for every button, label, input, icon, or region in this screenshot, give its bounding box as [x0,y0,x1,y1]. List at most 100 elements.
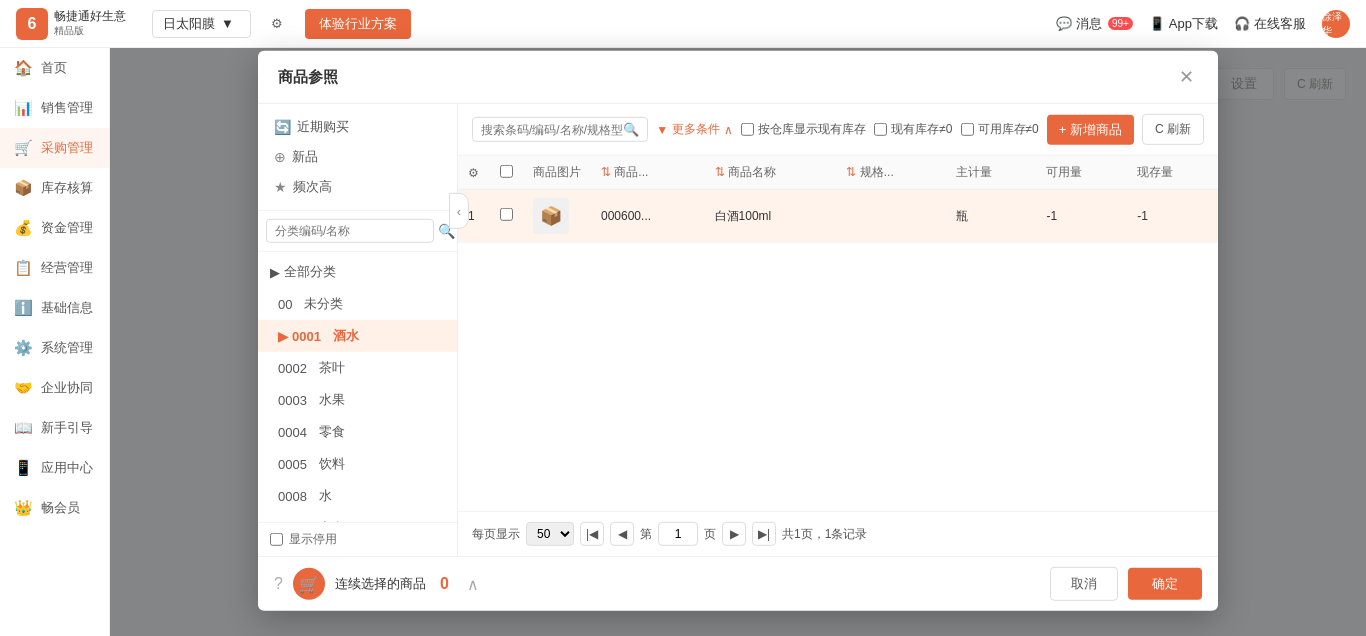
quick-filter-recent[interactable]: 🔄 近期购买 [266,112,449,142]
sidebar-item-members[interactable]: 👑 畅会员 [0,488,109,528]
modal-title: 商品参照 [278,67,1174,86]
category-panel: 🔄 近期购买 ⊕ 新品 ★ 频次高 [258,104,458,556]
table-body: 1 📦 [458,189,1218,242]
info-icon: ℹ️ [14,299,33,317]
star-icon: ★ [274,179,287,195]
table-row[interactable]: 1 📦 [458,189,1218,242]
sidebar-item-system[interactable]: ⚙️ 系统管理 [0,328,109,368]
next-page-button[interactable]: ▶ [722,522,746,546]
product-search-input[interactable] [481,122,623,136]
cart-icon[interactable]: 🛒 [293,568,325,600]
th-check [490,156,523,190]
quick-filter-frequent[interactable]: ★ 频次高 [266,172,449,202]
cat-beverages[interactable]: 0005 饮料 [258,448,457,480]
th-settings: ⚙ [458,156,490,190]
sidebar-item-sales[interactable]: 📊 销售管理 [0,88,109,128]
headset-icon: 🎧 [1234,16,1250,31]
cat-liquor[interactable]: ▶ 0001 酒水 [258,320,457,352]
sidebar-item-apps[interactable]: 📱 应用中心 [0,448,109,488]
th-img: 商品图片 [523,156,591,190]
last-page-button[interactable]: ▶| [752,522,776,546]
filter-available-label[interactable]: 现有库存≠0 [874,121,952,138]
filter-icon: ▼ [656,122,668,136]
th-unit: 主计量 [946,156,1037,190]
message-icon: 💬 [1056,16,1072,31]
cancel-button[interactable]: 取消 [1050,567,1118,601]
th-name: ⇅ 商品名称 [705,156,837,190]
help-icon[interactable]: ? [274,575,283,593]
settings-icon[interactable]: ⚙ [261,8,293,40]
apps-icon: 📱 [14,459,33,477]
table-settings-icon[interactable]: ⚙ [468,165,479,179]
sidebar-item-enterprise[interactable]: 🤝 企业协同 [0,368,109,408]
display-disabled: 显示停用 [258,522,457,556]
filter-warehouse-checkbox[interactable] [741,123,754,136]
confirm-button[interactable]: 确定 [1128,568,1202,600]
td-available: -1 [1036,189,1127,242]
category-search-input[interactable] [266,219,434,243]
display-disabled-checkbox[interactable] [270,533,283,546]
right-panel: 🔍 ▼ 更多条件 ∧ 按仓库显示现有库存 [458,104,1218,556]
search-icon: 🔍 [623,122,639,137]
category-tree: ▶ 全部分类 00 未分类 ▶ 0001 酒水 [258,252,457,522]
sidebar-item-finance[interactable]: 💰 资金管理 [0,208,109,248]
quick-filter-new[interactable]: ⊕ 新品 [266,142,449,172]
filter-usable-label[interactable]: 可用库存≠0 [961,121,1039,138]
modal-body: 🔄 近期购买 ⊕ 新品 ★ 频次高 [258,104,1218,556]
filter-usable-checkbox[interactable] [961,123,974,136]
cat-tea[interactable]: 0002 茶叶 [258,352,457,384]
nav-app-download[interactable]: 📱 App下载 [1149,15,1218,33]
refresh-button[interactable]: C 刷新 [1142,114,1204,145]
more-filters-button[interactable]: ▼ 更多条件 ∧ [656,121,733,138]
select-all-checkbox[interactable] [500,164,513,177]
prev-page-button[interactable]: ◀ [610,522,634,546]
th-available: 可用量 [1036,156,1127,190]
filter-warehouse-label[interactable]: 按仓库显示现有库存 [741,121,866,138]
nav-support[interactable]: 🎧 在线客服 [1234,15,1306,33]
nav-user[interactable]: 徐泽华 [1322,10,1350,38]
modal-header: 商品参照 ✕ [258,51,1218,104]
main-layout: 🏠 首页 📊 销售管理 🛒 采购管理 📦 库存核算 💰 资金管理 📋 经营管理 … [0,48,1366,636]
cat-uncategorized[interactable]: 00 未分类 [258,288,457,320]
filter-available-checkbox[interactable] [874,123,887,136]
sidebar-item-home[interactable]: 🏠 首页 [0,48,109,88]
system-icon: ⚙️ [14,339,33,357]
th-stock: 现存量 [1127,156,1218,190]
sidebar-item-guide[interactable]: 📖 新手引导 [0,408,109,448]
collapse-up-icon[interactable]: ∧ [467,574,479,593]
page-size-select[interactable]: 50 [526,522,574,546]
nav-messages[interactable]: 💬 消息 99+ [1056,15,1133,33]
row-checkbox[interactable] [500,208,513,221]
quick-filters: 🔄 近期购买 ⊕ 新品 ★ 频次高 [258,104,457,211]
chevron-up-icon: ∧ [724,122,733,136]
th-code: ⇅ 商品... [591,156,705,190]
search-bar: 🔍 ▼ 更多条件 ∧ 按仓库显示现有库存 [458,104,1218,156]
cat-water[interactable]: 0008 水 [258,480,457,512]
product-reference-modal: 商品参照 ✕ 🔄 近期购买 ⊕ 新品 [258,51,1218,611]
sidebar-item-purchase[interactable]: 🛒 采购管理 [0,128,109,168]
collapse-button[interactable]: ‹ [449,193,469,229]
cat-appliances[interactable]: 0010 家电 [258,512,457,522]
table-header-row: ⚙ 商品图片 ⇅ [458,156,1218,190]
first-page-button[interactable]: |◀ [580,522,604,546]
nav-selector[interactable]: 日太阳膜 ▼ [152,10,251,38]
sidebar-item-basic-info[interactable]: ℹ️ 基础信息 [0,288,109,328]
sidebar-item-operations[interactable]: 📋 经营管理 [0,248,109,288]
selected-text: 连续选择的商品 [335,575,426,593]
cat-snacks[interactable]: 0004 零食 [258,416,457,448]
logo-edition: 精品版 [54,24,126,38]
page-number-input[interactable] [658,522,698,546]
operations-icon: 📋 [14,259,33,277]
cat-all-arrow: ▶ [270,264,280,279]
phone-icon: 📱 [1149,16,1165,31]
total-info: 共1页，1条记录 [782,525,867,542]
modal-close-button[interactable]: ✕ [1174,65,1198,89]
trial-button[interactable]: 体验行业方案 [305,9,411,39]
sidebar-item-inventory[interactable]: 📦 库存核算 [0,168,109,208]
cat-all[interactable]: ▶ 全部分类 [258,256,457,288]
add-product-button[interactable]: + 新增商品 [1047,114,1134,144]
cat-fruit[interactable]: 0003 水果 [258,384,457,416]
pagination-bar: 每页显示 50 |◀ ◀ 第 页 ▶ ▶| 共1页，1条记录 [458,511,1218,556]
message-badge: 99+ [1108,17,1133,30]
product-image: 📦 [533,198,569,234]
